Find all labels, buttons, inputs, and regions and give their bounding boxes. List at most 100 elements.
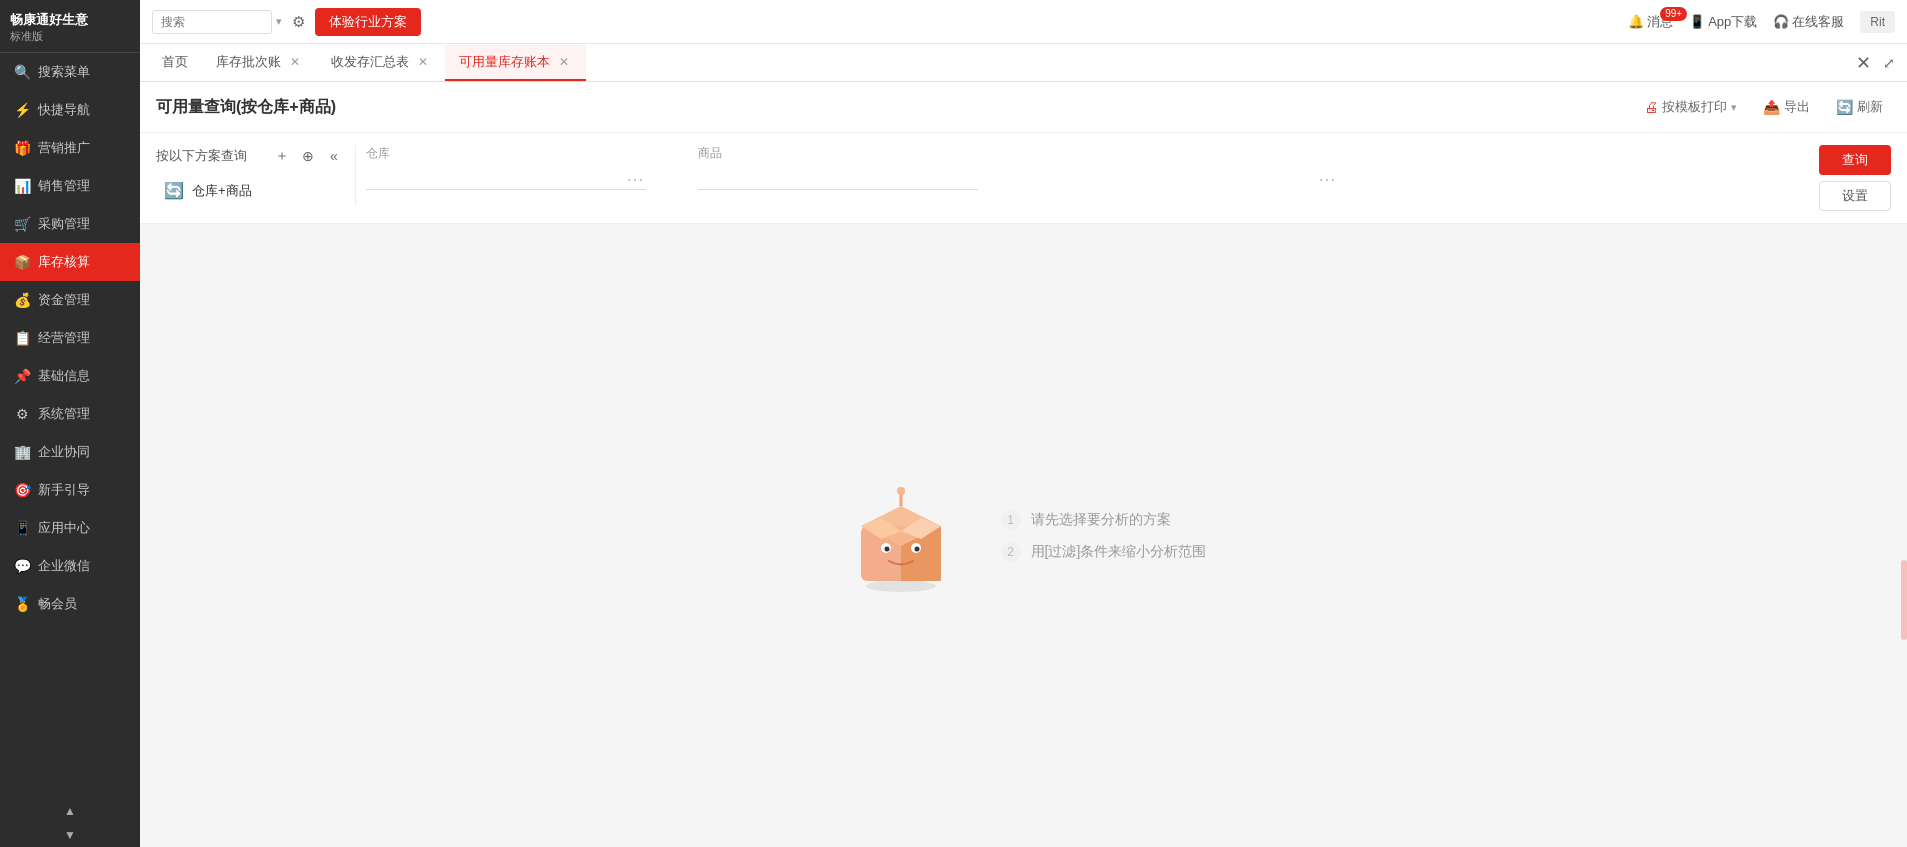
sidebar-item-label: 企业协同 — [38, 443, 90, 461]
gear-icon[interactable]: ⚙ — [290, 11, 307, 33]
collapse-scheme-button[interactable]: « — [323, 145, 345, 167]
sidebar-item-marketing[interactable]: 🎁 营销推广 — [0, 129, 140, 167]
sidebar-item-label: 经营管理 — [38, 329, 90, 347]
pin-icon: 📌 — [14, 368, 30, 384]
app-download-button[interactable]: 📱 App下载 — [1689, 13, 1757, 31]
sidebar-item-label: 资金管理 — [38, 291, 90, 309]
refresh-button[interactable]: 🔄 刷新 — [1828, 94, 1891, 120]
medal-icon: 🏅 — [14, 596, 30, 612]
export-icon: 📤 — [1763, 99, 1780, 115]
sidebar-item-appstore[interactable]: 📱 应用中心 — [0, 509, 140, 547]
sidebar-item-search[interactable]: 🔍 搜索菜单 — [0, 53, 140, 91]
scheme-item-warehouse-product[interactable]: 🔄 仓库+商品 — [156, 175, 345, 206]
scrollbar-accent — [1901, 560, 1907, 640]
warehouse-more-icon[interactable]: … — [626, 165, 644, 186]
sidebar-item-label: 畅会员 — [38, 595, 77, 613]
expand-tabs-button[interactable]: ⤢ — [1879, 51, 1899, 75]
filter-right-actions: 查询 设置 — [1819, 145, 1891, 211]
sidebar-item-label: 库存核算 — [38, 253, 90, 271]
search-dropdown-icon[interactable]: ▾ — [276, 15, 282, 28]
chart-icon: 📊 — [14, 178, 30, 194]
sidebar-item-system[interactable]: ⚙ 系统管理 — [0, 395, 140, 433]
product-filter-input[interactable] — [698, 166, 978, 190]
edition-label: 标准版 — [10, 29, 130, 44]
building-icon: 🏢 — [14, 444, 30, 460]
gift-icon: 🎁 — [14, 140, 30, 156]
scheme-refresh-icon: 🔄 — [164, 181, 184, 200]
filter-conditions: 仓库 … 商品 … — [366, 145, 1809, 190]
add-scheme-button[interactable]: ＋ — [271, 145, 293, 167]
close-all-tabs-button[interactable]: ✕ — [1852, 48, 1875, 78]
tab-batch-close[interactable]: ✕ — [287, 54, 303, 70]
user-menu[interactable]: Rit — [1860, 11, 1895, 33]
sidebar-item-inventory[interactable]: 📦 库存核算 — [0, 243, 140, 281]
refresh-label: 刷新 — [1857, 98, 1883, 116]
tab-inventory-summary[interactable]: 收发存汇总表 ✕ — [317, 45, 445, 81]
message-badge: 99+ — [1660, 7, 1687, 21]
chevron-down-icon: ▼ — [64, 828, 76, 842]
warehouse-filter-field: 仓库 … — [366, 145, 646, 190]
chat-icon: 💬 — [14, 558, 30, 574]
warehouse-filter-input[interactable] — [366, 166, 646, 190]
tab-home[interactable]: 首页 — [148, 45, 202, 81]
sidebar-item-operation[interactable]: 📋 经营管理 — [0, 319, 140, 357]
sidebar-item-wechat[interactable]: 💬 企业微信 — [0, 547, 140, 585]
sidebar-scroll-down[interactable]: ▼ — [0, 823, 140, 847]
sidebar-item-label: 销售管理 — [38, 177, 90, 195]
scheme-item-label: 仓库+商品 — [192, 182, 252, 200]
refresh-icon: 🔄 — [1836, 99, 1853, 115]
export-label: 导出 — [1784, 98, 1810, 116]
product-more-icon[interactable]: … — [1318, 165, 1336, 186]
sidebar-item-shortcut[interactable]: ⚡ 快捷导航 — [0, 91, 140, 129]
export-button[interactable]: 📤 导出 — [1755, 94, 1818, 120]
topbar: ▾ ⚙ 体验行业方案 🔔 消息 99+ 📱 App下载 🎧 在线客服 Rit — [140, 0, 1907, 44]
sidebar-item-sales[interactable]: 📊 销售管理 — [0, 167, 140, 205]
print-dropdown-icon[interactable]: ▾ — [1731, 101, 1737, 114]
sidebar-item-enterprise[interactable]: 🏢 企业协同 — [0, 433, 140, 471]
sidebar-menu: 🔍 搜索菜单 ⚡ 快捷导航 🎁 营销推广 📊 销售管理 🛒 采购管理 📦 库存核… — [0, 53, 140, 799]
topbar-right: 🔔 消息 99+ 📱 App下载 🎧 在线客服 Rit — [1628, 11, 1895, 33]
tab-batch[interactable]: 库存批次账 ✕ — [202, 45, 317, 81]
search-input[interactable] — [152, 10, 272, 34]
svg-point-11 — [897, 487, 905, 495]
app-label: App下载 — [1708, 13, 1757, 31]
phone-icon: 📱 — [1689, 14, 1705, 29]
tab-available-stock-close[interactable]: ✕ — [556, 54, 572, 70]
sidebar-item-vip[interactable]: 🏅 畅会员 — [0, 585, 140, 623]
tab-available-stock[interactable]: 可用量库存账本 ✕ — [445, 45, 586, 81]
tab-inventory-summary-close[interactable]: ✕ — [415, 54, 431, 70]
filter-row: 仓库 … 商品 … — [366, 145, 1809, 190]
sidebar-item-label: 新手引导 — [38, 481, 90, 499]
sidebar-item-label: 搜索菜单 — [38, 63, 90, 81]
clipboard-icon: 📋 — [14, 330, 30, 346]
filter-area: 按以下方案查询 ＋ ⊕ « 🔄 仓库+商品 仓库 — [140, 133, 1907, 224]
tab-batch-label: 库存批次账 — [216, 53, 281, 71]
sidebar: 畅康通好生意 标准版 🔍 搜索菜单 ⚡ 快捷导航 🎁 营销推广 📊 销售管理 🛒… — [0, 0, 140, 847]
tabs-bar: 首页 库存批次账 ✕ 收发存汇总表 ✕ 可用量库存账本 ✕ ✕ ⤢ — [140, 44, 1907, 82]
shortcut-icon: ⚡ — [14, 102, 30, 118]
trial-btn[interactable]: 体验行业方案 — [315, 8, 421, 36]
customer-service-button[interactable]: 🎧 在线客服 — [1773, 13, 1844, 31]
message-button[interactable]: 🔔 消息 99+ — [1628, 13, 1673, 31]
money-icon: 💰 — [14, 292, 30, 308]
service-label: 在线客服 — [1792, 13, 1844, 31]
sidebar-item-label: 采购管理 — [38, 215, 90, 233]
gear-icon: ⚙ — [14, 406, 30, 422]
tabs-right-actions: ✕ ⤢ — [1852, 48, 1907, 78]
svg-point-9 — [914, 546, 919, 551]
sidebar-item-finance[interactable]: 💰 资金管理 — [0, 281, 140, 319]
sidebar-item-purchase[interactable]: 🛒 采购管理 — [0, 205, 140, 243]
settings-button[interactable]: 设置 — [1819, 181, 1891, 211]
sidebar-item-label: 系统管理 — [38, 405, 90, 423]
query-button[interactable]: 查询 — [1819, 145, 1891, 175]
mobile-icon: 📱 — [14, 520, 30, 536]
sidebar-scroll-up[interactable]: ▲ — [0, 799, 140, 823]
manage-scheme-button[interactable]: ⊕ — [297, 145, 319, 167]
page-actions: 🖨 按模板打印 ▾ 📤 导出 🔄 刷新 — [1636, 94, 1891, 120]
box-icon: 📦 — [14, 254, 30, 270]
svg-point-8 — [884, 546, 889, 551]
empty-state: 1 请先选择要分析的方案 2 用[过滤]条件来缩小分析范围 — [140, 224, 1907, 847]
sidebar-item-basic[interactable]: 📌 基础信息 — [0, 357, 140, 395]
sidebar-item-newbie[interactable]: 🎯 新手引导 — [0, 471, 140, 509]
print-button[interactable]: 🖨 按模板打印 ▾ — [1636, 94, 1745, 120]
